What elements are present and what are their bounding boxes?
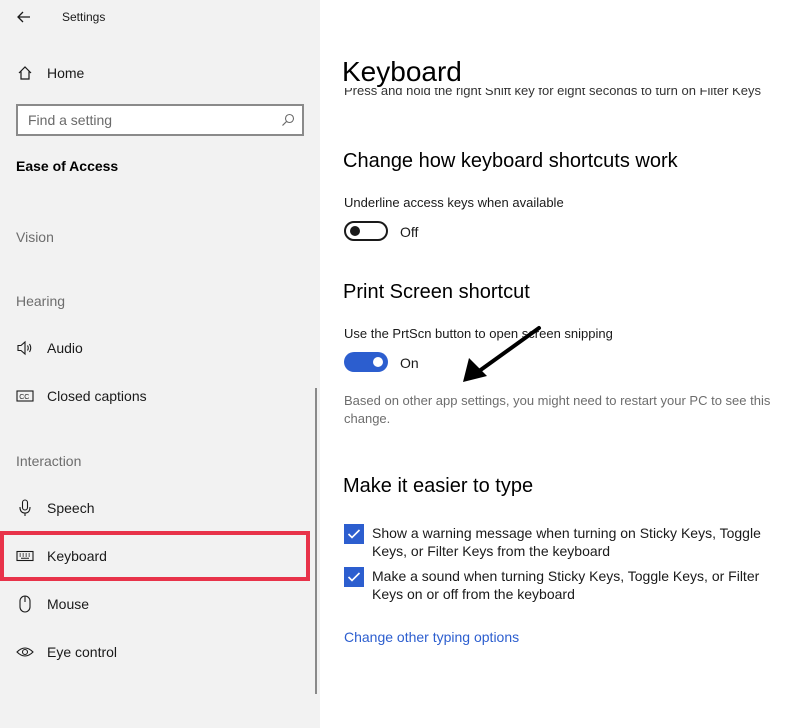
- sound-option: Make a sound when turning Sticky Keys, T…: [344, 567, 794, 603]
- sound-label: Make a sound when turning Sticky Keys, T…: [372, 568, 760, 602]
- sidebar-item-label: Mouse: [47, 596, 90, 612]
- sidebar: Settings Home Ease of Access Vision Hear…: [0, 0, 320, 728]
- annotation-arrow-icon: [463, 326, 541, 382]
- print-screen-heading: Print Screen shortcut: [343, 281, 530, 303]
- eye-icon: [16, 643, 34, 661]
- restart-note: Based on other app settings, you might n…: [344, 393, 771, 426]
- underline-toggle-state: Off: [400, 224, 419, 240]
- toggle-knob: [373, 357, 383, 367]
- group-header-vision: Vision: [16, 229, 54, 245]
- underline-access-keys-label: Underline access keys when available: [344, 195, 564, 210]
- checkmark-icon: [347, 572, 361, 582]
- search-input[interactable]: [18, 106, 268, 134]
- sidebar-item-label: Speech: [47, 500, 95, 516]
- clipped-description: Press and hold the right Shift key for e…: [344, 88, 804, 98]
- sound-checkbox[interactable]: [344, 567, 364, 587]
- back-arrow-icon: [17, 11, 30, 23]
- sidebar-item-mouse[interactable]: Mouse: [0, 584, 320, 624]
- mouse-icon: [16, 595, 34, 613]
- main-content: Keyboard Press and hold the right Shift …: [320, 0, 804, 728]
- sidebar-item-label: Audio: [47, 340, 83, 356]
- search-icon[interactable]: [281, 113, 295, 127]
- toggle-knob: [350, 226, 360, 236]
- sidebar-item-label: Keyboard: [47, 548, 107, 564]
- speaker-icon: [16, 339, 34, 357]
- prtscn-toggle[interactable]: [344, 352, 388, 372]
- group-header-hearing: Hearing: [16, 293, 66, 309]
- svg-text:CC: CC: [19, 394, 29, 401]
- sidebar-item-home[interactable]: Home: [0, 53, 320, 93]
- change-typing-options-link[interactable]: Change other typing options: [344, 629, 519, 645]
- clipped-description-text: Press and hold the right Shift key for e…: [344, 88, 761, 98]
- underline-access-keys-toggle[interactable]: [344, 221, 388, 241]
- sidebar-item-keyboard[interactable]: Keyboard: [0, 536, 320, 576]
- category-title: Ease of Access: [16, 158, 119, 174]
- keyboard-icon: [16, 547, 34, 565]
- sidebar-item-closed-captions[interactable]: CC Closed captions: [0, 376, 320, 416]
- sidebar-item-label: Eye control: [47, 644, 118, 660]
- prtscn-toggle-state: On: [400, 355, 419, 371]
- warning-message-label: Show a warning message when turning on S…: [372, 525, 761, 559]
- window-title: Settings: [62, 10, 106, 24]
- home-label: Home: [47, 65, 85, 81]
- shortcuts-heading: Change how keyboard shortcuts work: [343, 150, 678, 172]
- warning-message-checkbox[interactable]: [344, 524, 364, 544]
- sidebar-item-speech[interactable]: Speech: [0, 488, 320, 528]
- checkmark-icon: [347, 529, 361, 539]
- closed-captions-icon: CC: [16, 387, 34, 405]
- sidebar-scrollbar[interactable]: [315, 388, 317, 694]
- sidebar-item-label: Closed captions: [47, 388, 147, 404]
- title-bar: Settings: [0, 0, 320, 34]
- page-title: Keyboard: [342, 56, 462, 87]
- sidebar-item-audio[interactable]: Audio: [0, 328, 320, 368]
- sidebar-item-eye-control[interactable]: Eye control: [0, 632, 320, 672]
- home-icon: [16, 64, 34, 82]
- microphone-icon: [16, 499, 34, 517]
- back-button[interactable]: [12, 6, 36, 28]
- typing-heading: Make it easier to type: [343, 475, 534, 497]
- search-box: [16, 104, 304, 136]
- warning-message-option: Show a warning message when turning on S…: [344, 524, 794, 560]
- group-header-interaction: Interaction: [16, 453, 82, 469]
